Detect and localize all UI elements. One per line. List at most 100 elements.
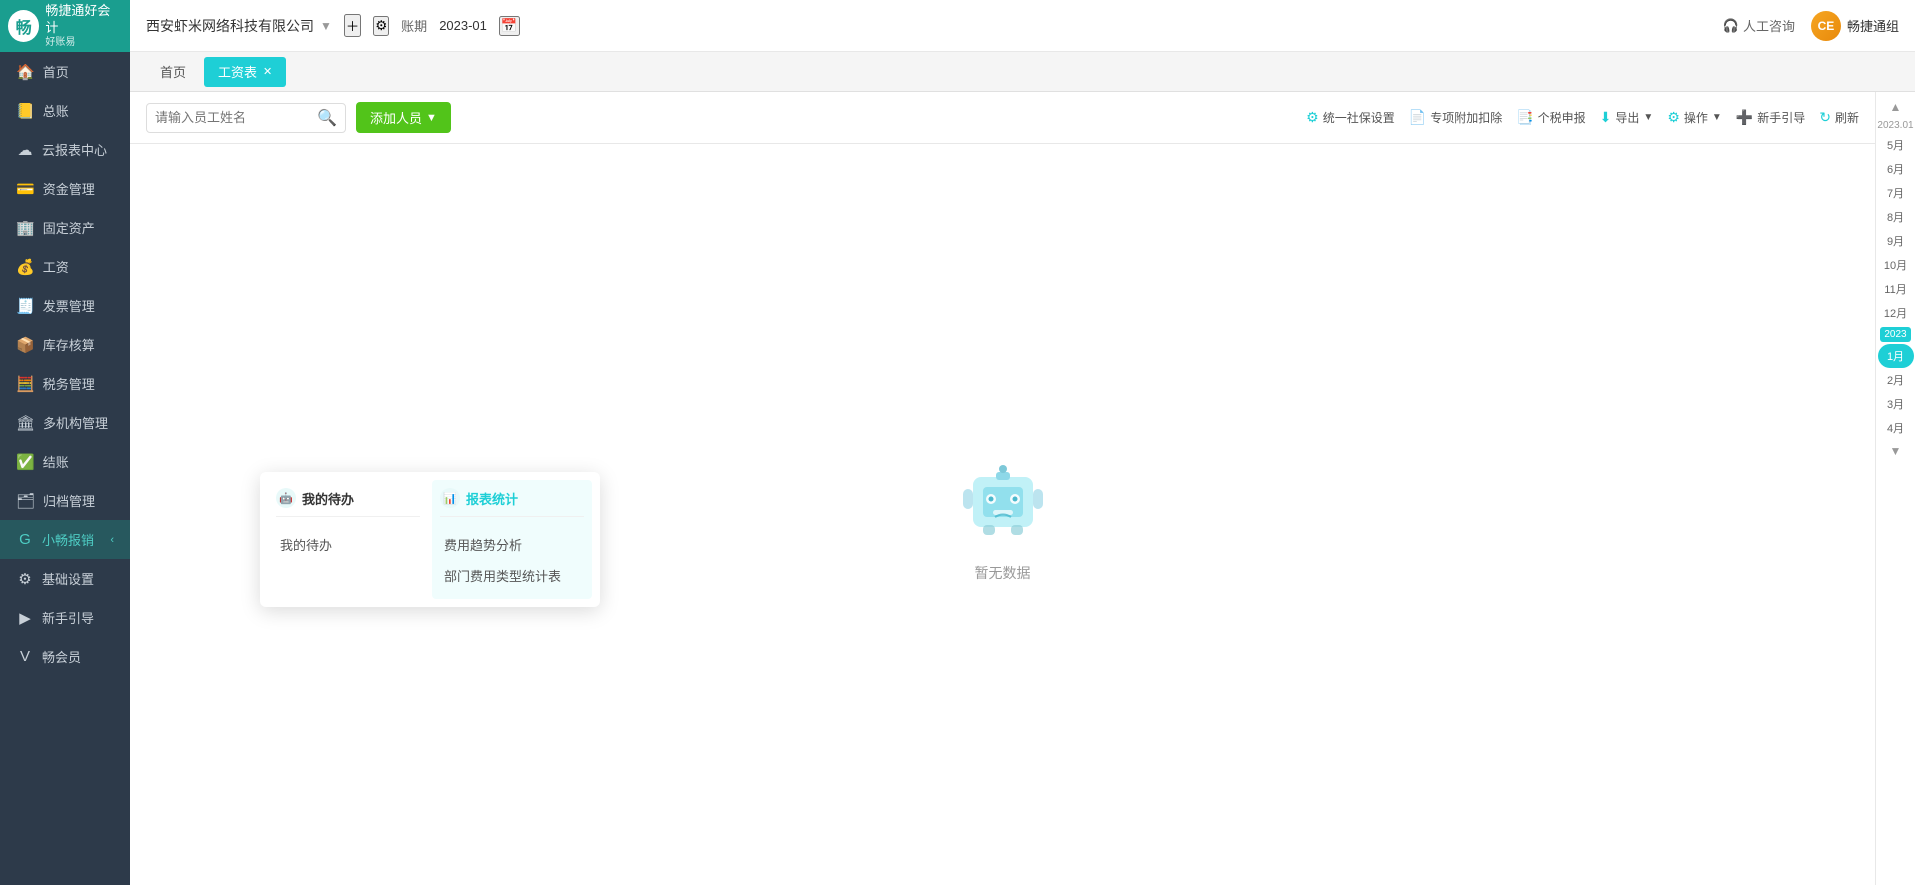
- month-nav-up[interactable]: ▲: [1882, 96, 1910, 118]
- sidebar-item-archive[interactable]: 🗂 归档管理: [0, 481, 130, 520]
- empty-text: 暂无数据: [975, 563, 1031, 583]
- sidebar-item-finance[interactable]: 💳 资金管理: [0, 169, 130, 208]
- popup-col-todo-header: 🤖 我的待办: [276, 488, 420, 517]
- ledger-icon: 📒: [16, 102, 35, 120]
- popup-expense-trend[interactable]: 费用趋势分析: [440, 529, 584, 560]
- user-name: 畅捷通组: [1847, 16, 1899, 35]
- company-name: 西安虾米网络科技有限公司: [146, 16, 314, 36]
- refresh-btn[interactable]: ↻ 刷新: [1819, 109, 1859, 126]
- month-12[interactable]: 12月: [1878, 301, 1914, 325]
- sidebar-item-salary[interactable]: 💰 工资: [0, 247, 130, 286]
- month-10[interactable]: 10月: [1878, 253, 1914, 277]
- toolbar: 🔍 添加人员 ▼ ⚙ 统一社保设置 📄 专项附加扣除 📑 个税申报: [130, 92, 1875, 144]
- popup-todo-item[interactable]: 我的待办: [276, 529, 420, 560]
- settings-icon: ⚙: [16, 570, 34, 588]
- sidebar-item-assets[interactable]: 🏢 固定资产: [0, 208, 130, 247]
- salary-icon: 💰: [16, 258, 35, 276]
- special-deduct-btn[interactable]: 📄 专项附加扣除: [1409, 109, 1502, 126]
- operate-icon: ⚙: [1667, 109, 1680, 126]
- top-header: 西安虾米网络科技有限公司 ▼ ＋ ⚙ 账期 2023-01 📅 🎧 人工咨询 C…: [130, 0, 1915, 52]
- year-period-label: 2023.01: [1875, 118, 1915, 133]
- month-7[interactable]: 7月: [1878, 181, 1914, 205]
- sidebar-item-home[interactable]: 🏠 首页: [0, 52, 130, 91]
- sidebar-item-reports[interactable]: ☁ 云报表中心: [0, 130, 130, 169]
- sidebar-item-settlement[interactable]: ✅ 结账: [0, 442, 130, 481]
- month-2[interactable]: 2月: [1878, 368, 1914, 392]
- export-arrow: ▼: [1643, 112, 1653, 123]
- settings-gear-btn[interactable]: ⚙: [373, 16, 389, 36]
- sidebar-item-guide[interactable]: ▶ 新手引导: [0, 598, 130, 637]
- finance-icon: 💳: [16, 180, 35, 198]
- social-insurance-icon: ⚙: [1306, 109, 1319, 126]
- tab-bar: 首页 工资表 ✕: [130, 52, 1915, 92]
- sidebar-item-ledger[interactable]: 📒 总账: [0, 91, 130, 130]
- invoice-icon: 🧾: [16, 297, 35, 315]
- new-guide-icon: ➕: [1736, 109, 1753, 126]
- export-icon: ⬇: [1600, 109, 1612, 126]
- company-selector[interactable]: 西安虾米网络科技有限公司 ▼: [146, 16, 332, 36]
- month-1[interactable]: 1月: [1878, 344, 1914, 368]
- logo-text: 畅捷通好会计 好账易: [45, 3, 122, 50]
- tab-salary-table[interactable]: 工资表 ✕: [204, 57, 286, 87]
- company-dropdown-arrow: ▼: [320, 19, 332, 33]
- tax-report-btn[interactable]: 📑 个税申报: [1516, 109, 1585, 126]
- month-5[interactable]: 5月: [1878, 133, 1914, 157]
- sidebar-item-xiao-expense[interactable]: G 小畅报销 ‹: [0, 520, 130, 559]
- month-11[interactable]: 11月: [1878, 277, 1914, 301]
- operate-btn[interactable]: ⚙ 操作 ▼: [1667, 109, 1721, 126]
- popup-col-todo: 🤖 我的待办 我的待办: [276, 488, 420, 591]
- search-box[interactable]: 🔍: [146, 103, 346, 133]
- calendar-btn[interactable]: 📅: [499, 16, 520, 36]
- toolbar-actions: ⚙ 统一社保设置 📄 专项附加扣除 📑 个税申报 ⬇ 导出 ▼ ⚙: [1306, 109, 1859, 126]
- month-6[interactable]: 6月: [1878, 157, 1914, 181]
- period-label: 账期: [401, 16, 427, 35]
- month-9[interactable]: 9月: [1878, 229, 1914, 253]
- popup-col-reports-header: 📊 报表统计: [440, 488, 584, 517]
- expense-icon: G: [16, 531, 34, 548]
- month-sidebar: ▲ 2023.01 5月 6月 7月 8月 9月 10月 11月 12月 202…: [1875, 92, 1915, 885]
- sidebar-item-invoice[interactable]: 🧾 发票管理: [0, 286, 130, 325]
- cloud-icon: ☁: [16, 141, 34, 159]
- app-logo: 畅 畅捷通好会计 好账易: [0, 0, 130, 52]
- operate-arrow: ▼: [1712, 112, 1722, 123]
- home-icon: 🏠: [16, 63, 35, 81]
- content-area: 🔍 添加人员 ▼ ⚙ 统一社保设置 📄 专项附加扣除 📑 个税申报: [130, 92, 1915, 885]
- export-btn[interactable]: ⬇ 导出 ▼: [1600, 109, 1654, 126]
- month-3[interactable]: 3月: [1878, 392, 1914, 416]
- period-value: 2023-01: [439, 18, 487, 33]
- sidebar-item-inventory[interactable]: 📦 库存核算: [0, 325, 130, 364]
- empty-icon: [953, 447, 1053, 547]
- tab-home[interactable]: 首页: [146, 57, 200, 87]
- sidebar-item-settings[interactable]: ⚙ 基础设置: [0, 559, 130, 598]
- sidebar: 畅 畅捷通好会计 好账易 🏠 首页 📒 总账 ☁ 云报表中心 💳 资金管理 🏢 …: [0, 0, 130, 885]
- popup-col-reports: 📊 报表统计 费用趋势分析 部门费用类型统计表: [432, 480, 592, 599]
- popup-dept-expense[interactable]: 部门费用类型统计表: [440, 560, 584, 591]
- headset-icon: 🎧: [1723, 18, 1739, 34]
- refresh-icon: ↻: [1819, 109, 1831, 126]
- service-btn[interactable]: 🎧 人工咨询: [1723, 16, 1795, 35]
- add-employee-btn[interactable]: 添加人员 ▼: [356, 102, 451, 133]
- header-right: 🎧 人工咨询 CE 畅捷通组: [1723, 11, 1899, 41]
- month-8[interactable]: 8月: [1878, 205, 1914, 229]
- search-input[interactable]: [155, 110, 311, 125]
- sidebar-item-member[interactable]: V 畅会员: [0, 637, 130, 676]
- popup-menu: 🤖 我的待办 我的待办 📊 报表统计 费用趋势分析: [260, 472, 600, 607]
- add-company-btn[interactable]: ＋: [344, 14, 361, 37]
- sidebar-item-multi-org[interactable]: 🏛 多机构管理: [0, 403, 130, 442]
- logo-icon: 畅: [8, 10, 39, 42]
- month-nav-down[interactable]: ▼: [1882, 440, 1910, 462]
- sidebar-item-tax[interactable]: 🧮 税务管理: [0, 364, 130, 403]
- month-4[interactable]: 4月: [1878, 416, 1914, 440]
- social-insurance-btn[interactable]: ⚙ 统一社保设置: [1306, 109, 1395, 126]
- add-btn-arrow: ▼: [426, 112, 437, 124]
- tab-close-salary[interactable]: ✕: [263, 65, 272, 78]
- multi-org-icon: 🏛: [16, 414, 35, 432]
- reports-icon: 📊: [440, 488, 460, 508]
- tax-report-icon: 📑: [1516, 109, 1533, 126]
- special-deduct-icon: 📄: [1409, 109, 1426, 126]
- sidebar-collapse-arrow: ‹: [110, 534, 114, 546]
- settlement-icon: ✅: [16, 453, 35, 471]
- user-info[interactable]: CE 畅捷通组: [1811, 11, 1899, 41]
- new-guide-btn[interactable]: ➕ 新手引导: [1736, 109, 1805, 126]
- inventory-icon: 📦: [16, 336, 35, 354]
